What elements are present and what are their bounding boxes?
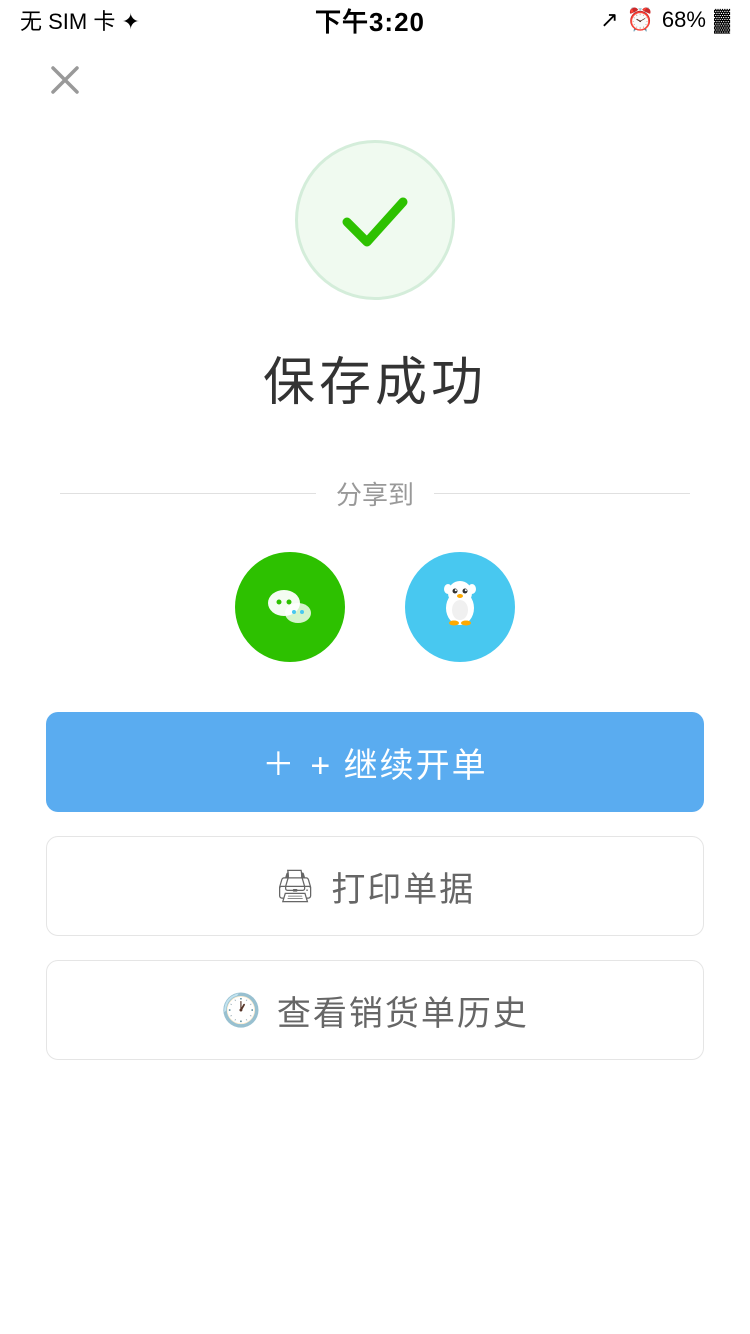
print-icon: 🖨 — [275, 867, 318, 905]
history-button[interactable]: 🕐 查看销货单历史 — [46, 960, 704, 1060]
battery-level: 68% — [662, 7, 706, 33]
status-left: 无 SIM 卡 ✦ — [20, 4, 140, 36]
divider-right — [434, 493, 690, 494]
share-section: 分享到 — [0, 475, 750, 662]
wechat-share-button[interactable] — [235, 552, 345, 662]
print-button[interactable]: 🖨 打印单据 — [46, 836, 704, 936]
continue-order-label: + 继续开单 — [310, 738, 487, 787]
share-label: 分享到 — [336, 475, 414, 512]
history-label: 查看销货单历史 — [277, 986, 529, 1035]
print-label: 打印单据 — [331, 862, 475, 911]
alarm-icon: ⏰ — [627, 7, 654, 33]
main-content: 保存成功 分享到 — [0, 40, 750, 1060]
history-icon: 🕐 — [221, 991, 263, 1029]
status-right: ↗ ⏰ 68% ▓ — [600, 7, 730, 33]
share-divider: 分享到 — [0, 475, 750, 512]
divider-left — [60, 493, 316, 494]
qq-icon — [429, 576, 491, 638]
success-circle — [295, 140, 455, 300]
action-buttons: ＋ + 继续开单 🖨 打印单据 🕐 查看销货单历史 — [0, 712, 750, 1060]
status-bar: 无 SIM 卡 ✦ 下午3:20 ↗ ⏰ 68% ▓ — [0, 0, 750, 40]
sim-status: 无 SIM 卡 ✦ — [20, 4, 140, 36]
plus-icon: ＋ — [262, 739, 296, 785]
qq-share-button[interactable] — [405, 552, 515, 662]
share-icons — [235, 552, 515, 662]
checkmark-icon — [335, 180, 415, 260]
status-time: 下午3:20 — [315, 2, 425, 39]
close-button[interactable] — [40, 55, 90, 105]
wechat-icon — [260, 577, 320, 637]
battery-icon: ▓ — [714, 7, 730, 33]
continue-order-button[interactable]: ＋ + 继续开单 — [46, 712, 704, 812]
success-title: 保存成功 — [263, 340, 487, 415]
location-icon: ↗ — [600, 7, 618, 33]
